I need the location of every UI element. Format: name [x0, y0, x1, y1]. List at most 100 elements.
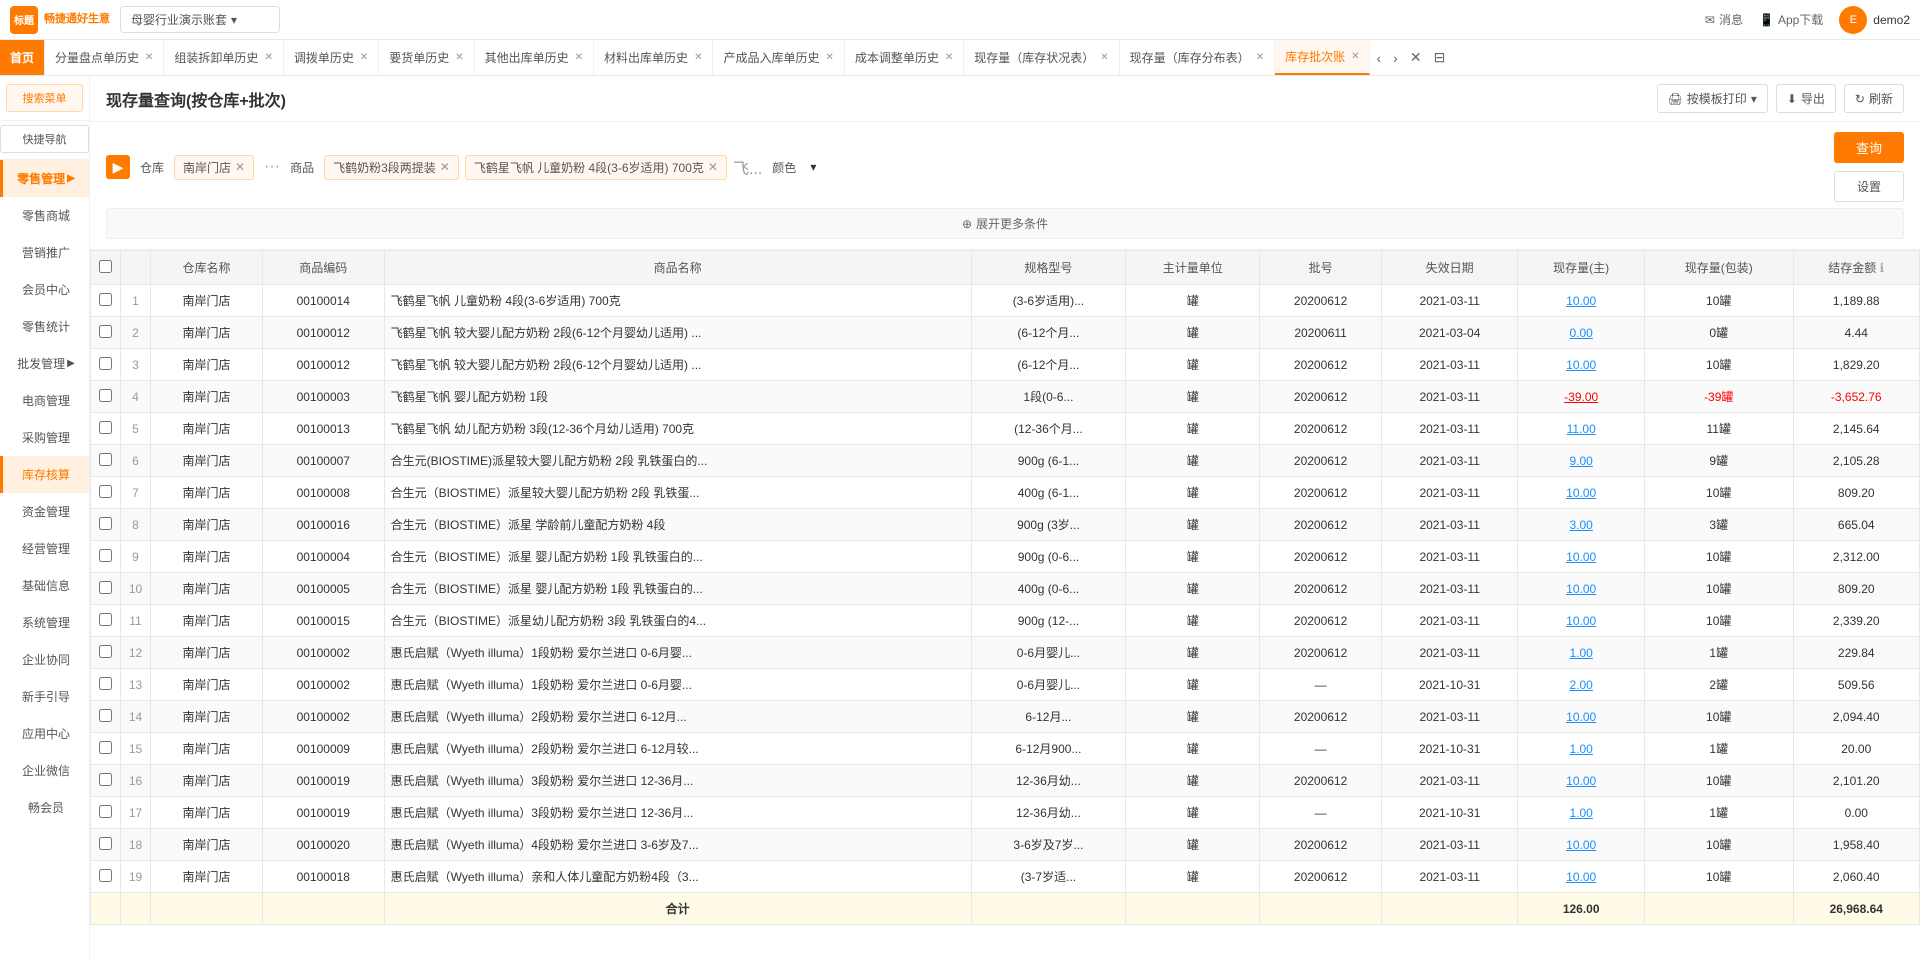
row-checkbox-cell[interactable] [91, 797, 121, 829]
sidebar-item-purchase[interactable]: 采购管理 [0, 419, 89, 456]
close-icon[interactable]: ✕ [575, 52, 583, 63]
warehouse-filter-tag[interactable]: 南岸门店 ✕ [174, 155, 254, 180]
row-stock-main[interactable]: 1.00 [1518, 637, 1645, 669]
close-icon[interactable]: ✕ [455, 52, 463, 63]
sidebar-item-member[interactable]: 会员中心 [0, 271, 89, 308]
row-stock-main[interactable]: 10.00 [1518, 829, 1645, 861]
row-checkbox[interactable] [99, 581, 112, 594]
refresh-btn[interactable]: ↻ 刷新 [1844, 84, 1904, 113]
row-checkbox-cell[interactable] [91, 829, 121, 861]
sidebar-item-ecommerce[interactable]: 电商管理 [0, 382, 89, 419]
tab-prev-btn[interactable]: ‹ [1370, 50, 1387, 66]
sidebar-item-system[interactable]: 系统管理 [0, 604, 89, 641]
sidebar-item-marketing[interactable]: 营销推广 [0, 234, 89, 271]
template-print-btn[interactable]: 🖨 按模板打印 ▾ [1657, 84, 1768, 113]
tab-tiao-bo[interactable]: 调拨单历史 ✕ [284, 40, 379, 75]
row-stock-main[interactable]: 9.00 [1518, 445, 1645, 477]
close-icon[interactable]: ✕ [1351, 51, 1359, 62]
col-checkbox[interactable] [91, 251, 121, 285]
product-tag-2[interactable]: 飞鹤星飞帆 儿童奶粉 4段(3-6岁适用) 700克 ✕ [465, 155, 727, 180]
row-checkbox[interactable] [99, 485, 112, 498]
message-btn[interactable]: ✉ 消息 [1705, 11, 1743, 28]
sidebar-item-inventory[interactable]: 库存核算 [0, 456, 89, 493]
row-checkbox[interactable] [99, 613, 112, 626]
row-checkbox-cell[interactable] [91, 477, 121, 509]
row-stock-main[interactable]: 11.00 [1518, 413, 1645, 445]
row-stock-main[interactable]: 10.00 [1518, 605, 1645, 637]
row-stock-main[interactable]: 10.00 [1518, 765, 1645, 797]
tab-chanliao[interactable]: 产成品入库单历史 ✕ [713, 40, 844, 75]
row-checkbox[interactable] [99, 293, 112, 306]
company-selector[interactable]: 母婴行业演示账套 ▾ [120, 6, 280, 33]
close-icon[interactable]: ✕ [945, 52, 953, 63]
row-stock-main[interactable]: 10.00 [1518, 477, 1645, 509]
row-checkbox-cell[interactable] [91, 573, 121, 605]
setting-btn[interactable]: 设置 [1834, 171, 1904, 202]
row-stock-main[interactable]: 1.00 [1518, 733, 1645, 765]
row-checkbox-cell[interactable] [91, 445, 121, 477]
sidebar-item-guide[interactable]: 新手引导 [0, 678, 89, 715]
tab-close-all-btn[interactable]: ✕ [1404, 49, 1428, 66]
row-checkbox-cell[interactable] [91, 285, 121, 317]
quick-nav-btn[interactable]: 快捷导航 [0, 125, 89, 153]
remove-product-1-btn[interactable]: ✕ [440, 160, 450, 174]
row-checkbox[interactable] [99, 805, 112, 818]
color-dropdown-btn[interactable]: ▾ [810, 160, 816, 174]
row-checkbox[interactable] [99, 773, 112, 786]
close-icon[interactable]: ✕ [825, 52, 833, 63]
expand-panel-btn[interactable]: ▶ [106, 155, 130, 179]
row-checkbox[interactable] [99, 389, 112, 402]
tab-cailiao[interactable]: 材料出库单历史 ✕ [594, 40, 713, 75]
tab-xianzai-kucun[interactable]: 现存量（库存状况表） ✕ [964, 40, 1119, 75]
row-stock-main[interactable]: 0.00 [1518, 317, 1645, 349]
tab-next-btn[interactable]: › [1387, 50, 1404, 66]
remove-product-2-btn[interactable]: ✕ [708, 160, 718, 174]
row-checkbox[interactable] [99, 357, 112, 370]
row-checkbox[interactable] [99, 709, 112, 722]
sidebar-item-operations[interactable]: 经营管理 [0, 530, 89, 567]
row-checkbox[interactable] [99, 517, 112, 530]
row-checkbox[interactable] [99, 421, 112, 434]
select-all-checkbox[interactable] [99, 260, 112, 273]
sidebar-item-enterprise-wechat[interactable]: 企业微信 [0, 752, 89, 789]
row-checkbox-cell[interactable] [91, 509, 121, 541]
warehouse-more-btn[interactable]: ··· [264, 158, 280, 176]
row-stock-main[interactable]: -39.00 [1518, 381, 1645, 413]
row-stock-main[interactable]: 3.00 [1518, 509, 1645, 541]
row-checkbox-cell[interactable] [91, 349, 121, 381]
sidebar-item-finance[interactable]: 资金管理 [0, 493, 89, 530]
tab-yao-huo[interactable]: 要货单历史 ✕ [379, 40, 474, 75]
row-checkbox[interactable] [99, 677, 112, 690]
close-icon[interactable]: ✕ [264, 52, 272, 63]
row-checkbox-cell[interactable] [91, 861, 121, 893]
row-stock-main[interactable]: 10.00 [1518, 861, 1645, 893]
row-stock-main[interactable]: 10.00 [1518, 701, 1645, 733]
product-tag-1[interactable]: 飞鹤奶粉3段两提装 ✕ [324, 155, 459, 180]
tab-home[interactable]: 首页 [0, 40, 45, 75]
tab-qita-chu[interactable]: 其他出库单历史 ✕ [475, 40, 594, 75]
row-stock-main[interactable]: 2.00 [1518, 669, 1645, 701]
balance-info-icon[interactable]: ℹ [1880, 261, 1885, 275]
close-icon[interactable]: ✕ [145, 52, 153, 63]
row-checkbox-cell[interactable] [91, 765, 121, 797]
row-stock-main[interactable]: 10.00 [1518, 349, 1645, 381]
row-checkbox[interactable] [99, 869, 112, 882]
tab-menu-btn[interactable]: ⊟ [1428, 49, 1452, 66]
row-checkbox-cell[interactable] [91, 381, 121, 413]
row-checkbox-cell[interactable] [91, 701, 121, 733]
row-checkbox[interactable] [99, 549, 112, 562]
row-stock-main[interactable]: 10.00 [1518, 541, 1645, 573]
tab-zu-chai[interactable]: 组装拆卸单历史 ✕ [164, 40, 283, 75]
row-checkbox[interactable] [99, 741, 112, 754]
row-checkbox[interactable] [99, 453, 112, 466]
sidebar-item-app-center[interactable]: 应用中心 [0, 715, 89, 752]
close-icon[interactable]: ✕ [694, 52, 702, 63]
tab-chengben[interactable]: 成本调整单历史 ✕ [845, 40, 964, 75]
sidebar-item-basic-info[interactable]: 基础信息 [0, 567, 89, 604]
sidebar-item-wholesale[interactable]: 批发管理 ▶ [0, 345, 89, 382]
expand-more-btn[interactable]: ⊕ 展开更多条件 [106, 208, 1904, 239]
row-checkbox-cell[interactable] [91, 733, 121, 765]
sidebar-item-retail-stats[interactable]: 零售统计 [0, 308, 89, 345]
row-checkbox-cell[interactable] [91, 541, 121, 573]
row-checkbox[interactable] [99, 325, 112, 338]
